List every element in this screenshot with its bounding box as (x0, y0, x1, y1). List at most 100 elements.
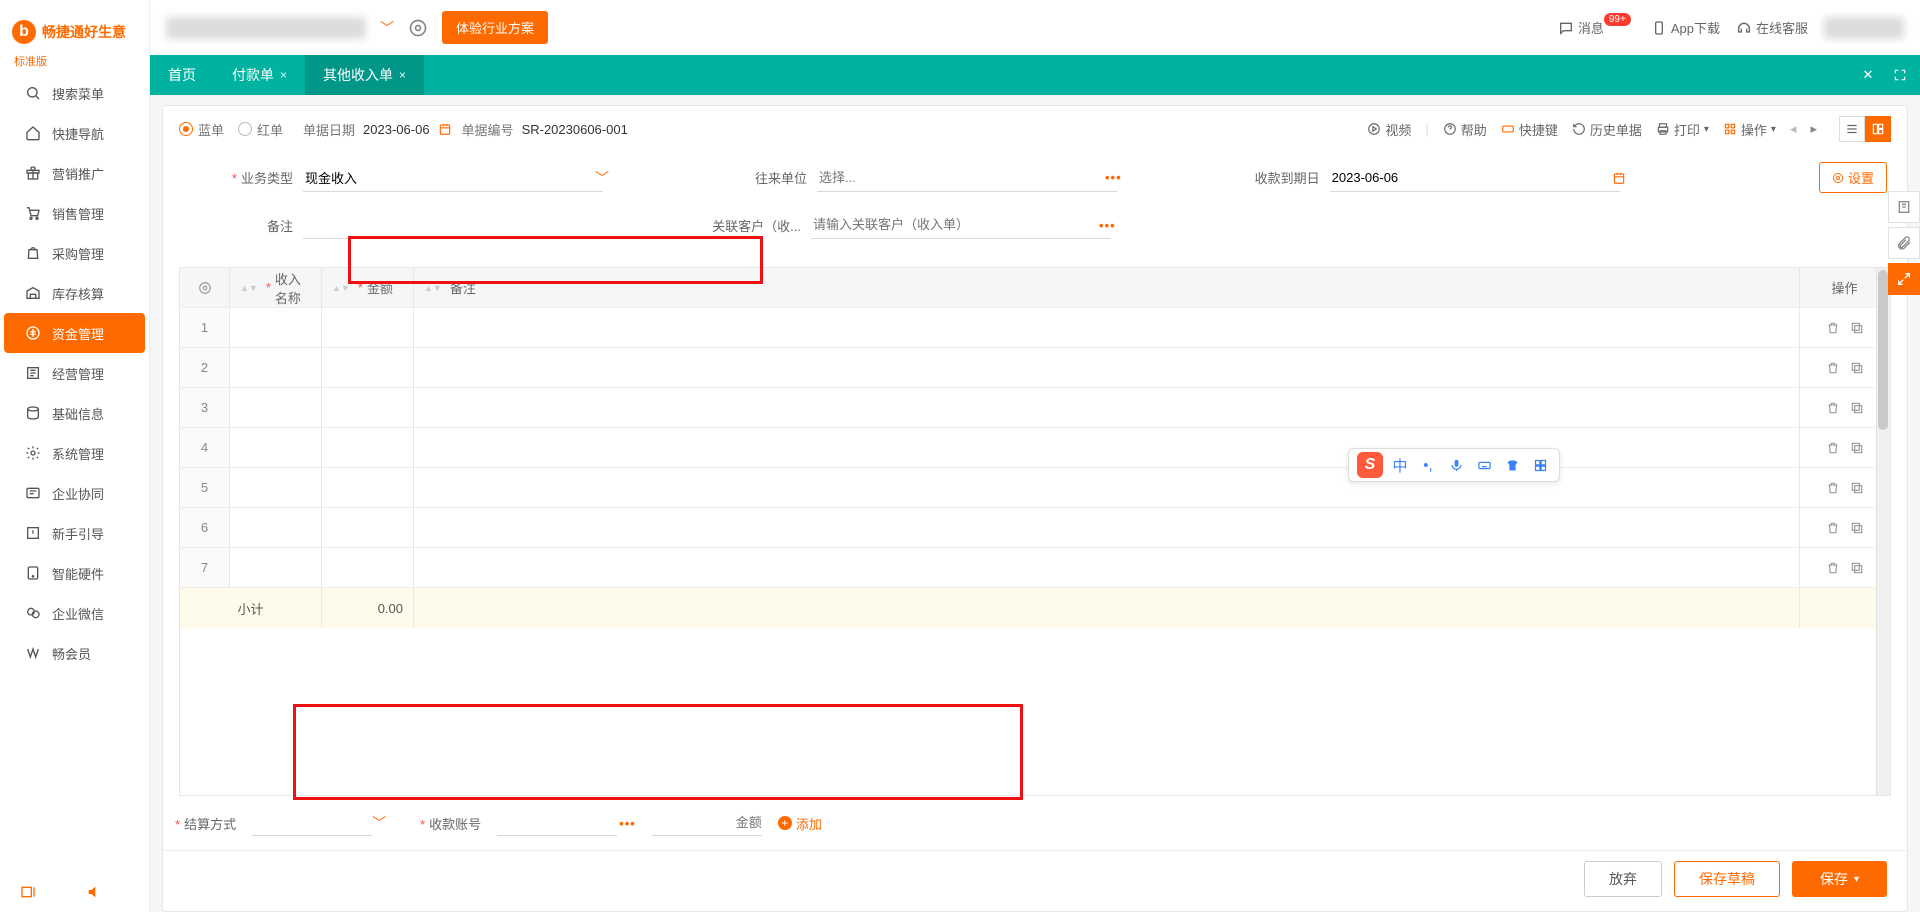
copy-row-icon[interactable] (1850, 441, 1864, 455)
messages-link[interactable]: 消息 99+ (1558, 18, 1635, 37)
copy-row-icon[interactable] (1850, 521, 1864, 535)
rail-expand-icon[interactable] (1888, 263, 1920, 295)
view-form[interactable] (1865, 116, 1891, 142)
delete-row-icon[interactable] (1826, 521, 1840, 535)
delete-row-icon[interactable] (1826, 481, 1840, 495)
cell-income-name[interactable] (230, 548, 322, 588)
cell-income-name[interactable] (230, 468, 322, 508)
delete-row-icon[interactable] (1826, 401, 1840, 415)
collapse-icon[interactable] (20, 884, 36, 900)
close-all-icon[interactable]: ✕ (1854, 61, 1882, 89)
copy-row-icon[interactable] (1850, 481, 1864, 495)
nav-hardware[interactable]: 智能硬件 (4, 553, 145, 593)
ime-toolbox-icon[interactable] (1529, 454, 1551, 476)
more-icon[interactable]: ••• (619, 816, 636, 831)
due-date-input[interactable] (1330, 164, 1620, 192)
nav-quick[interactable]: 快捷导航 (4, 113, 145, 153)
cell-remarks[interactable] (414, 508, 1800, 548)
cell-income-name[interactable] (230, 428, 322, 468)
cell-remarks[interactable] (414, 388, 1800, 428)
trial-button[interactable]: 体验行业方案 (442, 11, 548, 44)
settings-icon[interactable] (408, 18, 428, 38)
cell-remarks[interactable] (414, 308, 1800, 348)
cell-remarks[interactable] (414, 348, 1800, 388)
cell-remarks[interactable] (414, 428, 1800, 468)
history-button[interactable]: 历史单据 (1572, 120, 1642, 139)
ime-punct-icon[interactable]: •, (1417, 454, 1439, 476)
tab-payment[interactable]: 付款单× (214, 55, 305, 95)
settings-button[interactable]: 设置 (1819, 162, 1887, 193)
delete-row-icon[interactable] (1826, 361, 1840, 375)
table-row[interactable]: 6 (180, 508, 1890, 548)
biz-type-input[interactable] (303, 164, 603, 192)
chevron-down-icon[interactable]: ﹀ (372, 813, 386, 833)
discard-button[interactable]: 放弃 (1584, 861, 1662, 897)
nav-operation[interactable]: 经营管理 (4, 353, 145, 393)
amount-input[interactable] (652, 810, 762, 836)
hotkey-button[interactable]: 快捷键 (1501, 120, 1558, 139)
delete-row-icon[interactable] (1826, 321, 1840, 335)
delete-row-icon[interactable] (1826, 561, 1840, 575)
more-icon[interactable]: ••• (1099, 218, 1116, 233)
cell-amount[interactable] (322, 388, 414, 428)
nav-vip[interactable]: 畅会员 (4, 633, 145, 673)
nav-collab[interactable]: 企业协同 (4, 473, 145, 513)
nav-system[interactable]: 系统管理 (4, 433, 145, 473)
th-income-name[interactable]: ▲▼*收入名称 (230, 268, 322, 308)
ime-keyboard-icon[interactable] (1473, 454, 1495, 476)
account-input[interactable] (497, 810, 617, 836)
app-download-link[interactable]: App下载 (1651, 18, 1720, 37)
scroll-thumb[interactable] (1878, 270, 1888, 430)
copy-row-icon[interactable] (1850, 361, 1864, 375)
tab-home[interactable]: 首页 (150, 55, 214, 95)
delete-row-icon[interactable] (1826, 441, 1840, 455)
nav-fund[interactable]: 资金管理 (4, 313, 145, 353)
table-row[interactable]: 2 (180, 348, 1890, 388)
cell-amount[interactable] (322, 308, 414, 348)
th-settings[interactable] (180, 268, 230, 308)
cell-income-name[interactable] (230, 348, 322, 388)
nav-guide[interactable]: 新手引导 (4, 513, 145, 553)
partner-input[interactable] (817, 164, 1117, 192)
cell-amount[interactable] (322, 468, 414, 508)
more-icon[interactable]: ••• (1105, 170, 1122, 185)
fullscreen-icon[interactable] (1886, 61, 1914, 89)
table-row[interactable]: 3 (180, 388, 1890, 428)
calendar-icon[interactable] (1612, 171, 1626, 185)
save-draft-button[interactable]: 保存草稿 (1674, 861, 1780, 897)
online-service-link[interactable]: 在线客服 (1736, 18, 1808, 37)
operate-button[interactable]: 操作▾ (1723, 120, 1776, 139)
date-value[interactable]: 2023-06-06 (363, 122, 430, 137)
view-list[interactable] (1839, 116, 1865, 142)
remark-input[interactable] (303, 211, 603, 239)
shop-name[interactable] (166, 17, 366, 39)
next-icon[interactable]: ▸ (1810, 121, 1817, 137)
ime-lang[interactable]: 中 (1389, 454, 1411, 476)
table-row[interactable]: 7 (180, 548, 1890, 588)
scrollbar[interactable] (1876, 268, 1890, 795)
nav-search-menu[interactable]: 搜索菜单 (4, 73, 145, 113)
cell-amount[interactable] (322, 428, 414, 468)
rel-customer-input[interactable] (811, 211, 1111, 239)
cell-remarks[interactable] (414, 468, 1800, 508)
ime-skin-icon[interactable] (1501, 454, 1523, 476)
rail-note-icon[interactable] (1888, 191, 1920, 223)
table-row[interactable]: 5 (180, 468, 1890, 508)
radio-red[interactable]: 红单 (238, 120, 283, 139)
cell-income-name[interactable] (230, 308, 322, 348)
calendar-icon[interactable] (438, 122, 452, 136)
radio-blue[interactable]: 蓝单 (179, 120, 224, 139)
print-button[interactable]: 打印▾ (1656, 120, 1709, 139)
nav-inventory[interactable]: 库存核算 (4, 273, 145, 313)
rail-attach-icon[interactable] (1888, 227, 1920, 259)
save-button[interactable]: 保存▾ (1792, 861, 1887, 897)
nav-purchase[interactable]: 采购管理 (4, 233, 145, 273)
cell-remarks[interactable] (414, 548, 1800, 588)
copy-row-icon[interactable] (1850, 561, 1864, 575)
table-row[interactable]: 1 (180, 308, 1890, 348)
help-button[interactable]: 帮助 (1443, 120, 1487, 139)
cell-income-name[interactable] (230, 508, 322, 548)
sound-icon[interactable] (86, 884, 102, 900)
user-avatar[interactable] (1824, 17, 1904, 39)
ime-mic-icon[interactable] (1445, 454, 1467, 476)
